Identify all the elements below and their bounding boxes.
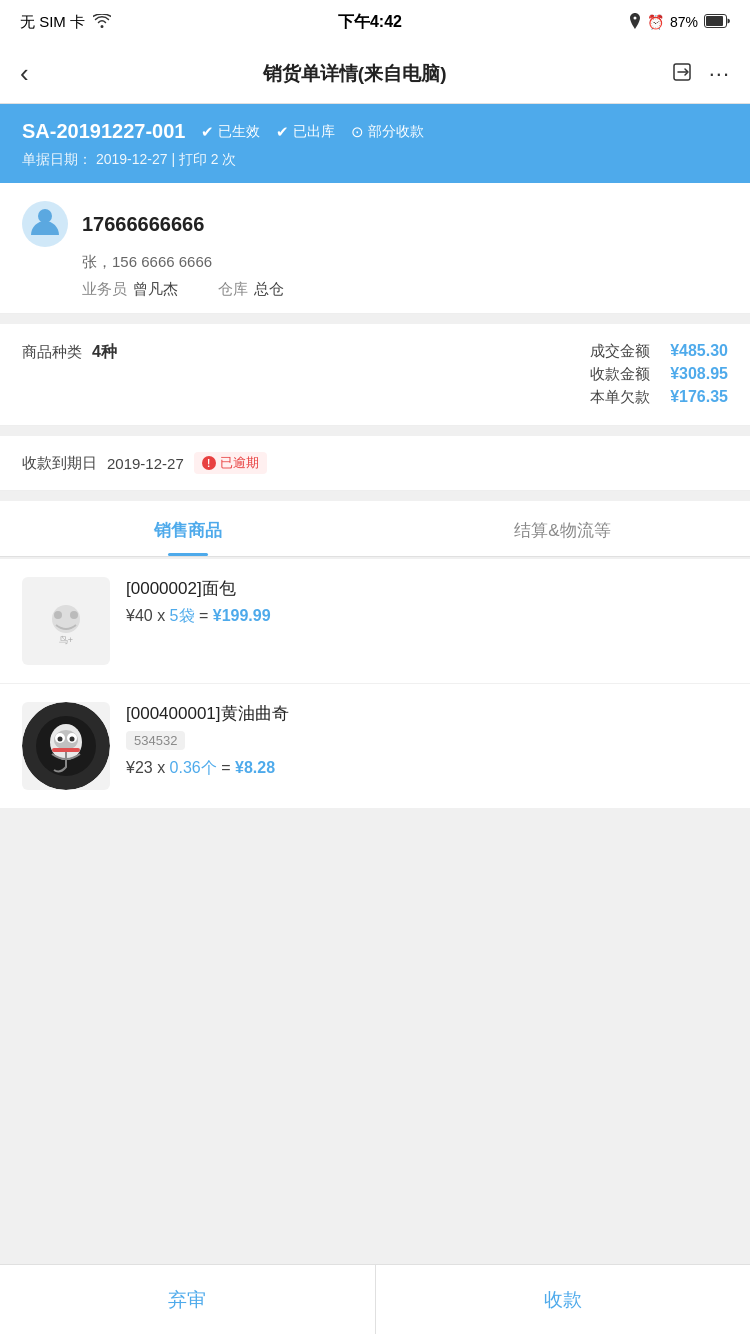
sales-label: 业务员 [82,280,127,299]
svg-point-3 [38,209,52,223]
product-total-2: ¥8.28 [235,759,275,776]
product-thumb-2 [22,702,110,790]
print-info: | 打印 2 次 [171,151,236,167]
nav-bar: ‹ 销货单详情(来自电脑) ··· [0,44,750,104]
more-icon[interactable]: ··· [709,61,730,87]
customer-meta: 业务员 曾凡杰 仓库 总仓 [82,280,728,299]
product-name-2: [000400001]黄油曲奇 [126,702,728,725]
clock-icon: ⊙ [351,123,364,141]
product-price-1: ¥40 x 5袋 = ¥199.99 [126,606,728,627]
battery-icon [704,14,730,31]
status-time: 下午4:42 [338,12,402,33]
summary-right: 成交金额 ¥485.30 收款金额 ¥308.95 本单欠款 ¥176.35 [590,342,728,407]
date-value: 2019-12-27 [96,151,168,167]
order-id: SA-20191227-001 [22,120,185,143]
due-label: 收款到期日 [22,454,97,473]
badge-outstock: ✔ 已出库 [276,123,335,141]
transaction-label: 成交金额 [590,342,650,361]
product-total-1: ¥199.99 [213,607,271,624]
sales-value: 曾凡杰 [133,280,178,299]
summary-grid: 商品种类 4种 成交金额 ¥485.30 收款金额 ¥308.95 本单欠款 ¥… [22,342,728,407]
svg-rect-16 [52,748,80,752]
banner-row1: SA-20191227-001 ✔ 已生效 ✔ 已出库 ⊙ 部分收款 [22,120,728,143]
due-section: 收款到期日 2019-12-27 ! 已逾期 [0,436,750,491]
location-icon [629,13,641,32]
status-right: ⏰ 87% [629,13,730,32]
warehouse-meta: 仓库 总仓 [218,280,284,299]
product-name-1: [0000002]面包 [126,577,728,600]
overdue-text: 已逾期 [220,454,259,472]
avatar [22,201,68,247]
status-left: 无 SIM 卡 [20,13,111,32]
confirm-button[interactable]: 收款 [376,1265,751,1334]
transaction-row: 成交金额 ¥485.30 [590,342,728,361]
products-section: 鸟+ [0000002]面包 ¥40 x 5袋 = ¥199.99 [0,559,750,809]
check-icon-2: ✔ [276,123,289,141]
header-banner: SA-20191227-001 ✔ 已生效 ✔ 已出库 ⊙ 部分收款 单据日期：… [0,104,750,183]
received-value: ¥308.95 [670,365,728,384]
overdue-badge: ! 已逾期 [194,452,267,474]
category-value: 4种 [92,342,117,363]
svg-point-5 [54,611,62,619]
customer-section: 17666666666 张，156 6666 6666 业务员 曾凡杰 仓库 总… [0,183,750,314]
due-value: 2019-12-27 [107,455,184,472]
debt-row: 本单欠款 ¥176.35 [590,388,728,407]
check-icon-1: ✔ [201,123,214,141]
nav-actions: ··· [671,61,730,87]
tab-settlement[interactable]: 结算&物流等 [375,501,750,556]
tab-sales-products[interactable]: 销售商品 [0,501,375,556]
sales-meta: 业务员 曾凡杰 [82,280,178,299]
product-info-1: [0000002]面包 ¥40 x 5袋 = ¥199.99 [126,577,728,627]
transaction-value: ¥485.30 [670,342,728,361]
badge-effective: ✔ 已生效 [201,123,260,141]
received-row: 收款金额 ¥308.95 [590,365,728,384]
product-tag-2: 534532 [126,731,185,750]
page-title: 销货单详情(来自电脑) [39,61,671,87]
summary-left: 商品种类 4种 [22,342,117,363]
product-qty-2: 0.36个 [170,759,222,776]
tabs-section: 销售商品 结算&物流等 [0,501,750,557]
product-item: 鸟+ [0000002]面包 ¥40 x 5袋 = ¥199.99 [0,559,750,684]
person-icon [29,205,61,244]
product-qty-1: 5袋 [170,607,199,624]
customer-sub: 张，156 6666 6666 [82,253,728,272]
product-info-2: [000400001]黄油曲奇 534532 ¥23 x 0.36个 = ¥8.… [126,702,728,779]
product-price-2: ¥23 x 0.36个 = ¥8.28 [126,758,728,779]
banner-date-row: 单据日期： 2019-12-27 | 打印 2 次 [22,151,728,169]
svg-point-15 [70,737,75,742]
debt-label: 本单欠款 [590,388,650,407]
svg-text:鸟+: 鸟+ [59,635,73,645]
product-image-2 [22,702,110,790]
svg-point-14 [58,737,63,742]
summary-section: 商品种类 4种 成交金额 ¥485.30 收款金额 ¥308.95 本单欠款 ¥… [0,324,750,426]
overdue-dot-icon: ! [202,456,216,470]
customer-phone: 17666666666 [82,213,204,236]
battery-text: 87% [670,14,698,30]
debt-value: ¥176.35 [670,388,728,407]
warehouse-value: 总仓 [254,280,284,299]
received-label: 收款金额 [590,365,650,384]
status-bar: 无 SIM 卡 下午4:42 ⏰ 87% [0,0,750,44]
date-label: 单据日期： [22,151,92,167]
cancel-button[interactable]: 弃审 [0,1265,376,1334]
customer-row: 17666666666 [22,201,728,247]
back-button[interactable]: ‹ [20,58,39,89]
svg-point-6 [70,611,78,619]
product-price-unit-2: ¥23 [126,759,153,776]
product-thumb-1: 鸟+ [22,577,110,665]
product-item-2: [000400001]黄油曲奇 534532 ¥23 x 0.36个 = ¥8.… [0,684,750,809]
no-sim-text: 无 SIM 卡 [20,13,85,32]
bottom-bar: 弃审 收款 [0,1264,750,1334]
category-label: 商品种类 [22,343,82,362]
product-price-unit-1: ¥40 [126,607,153,624]
svg-rect-1 [706,16,723,26]
wifi-icon [93,14,111,31]
badge-partial: ⊙ 部分收款 [351,123,424,141]
share-icon[interactable] [671,61,693,87]
warehouse-label: 仓库 [218,280,248,299]
alarm-icon: ⏰ [647,14,664,30]
